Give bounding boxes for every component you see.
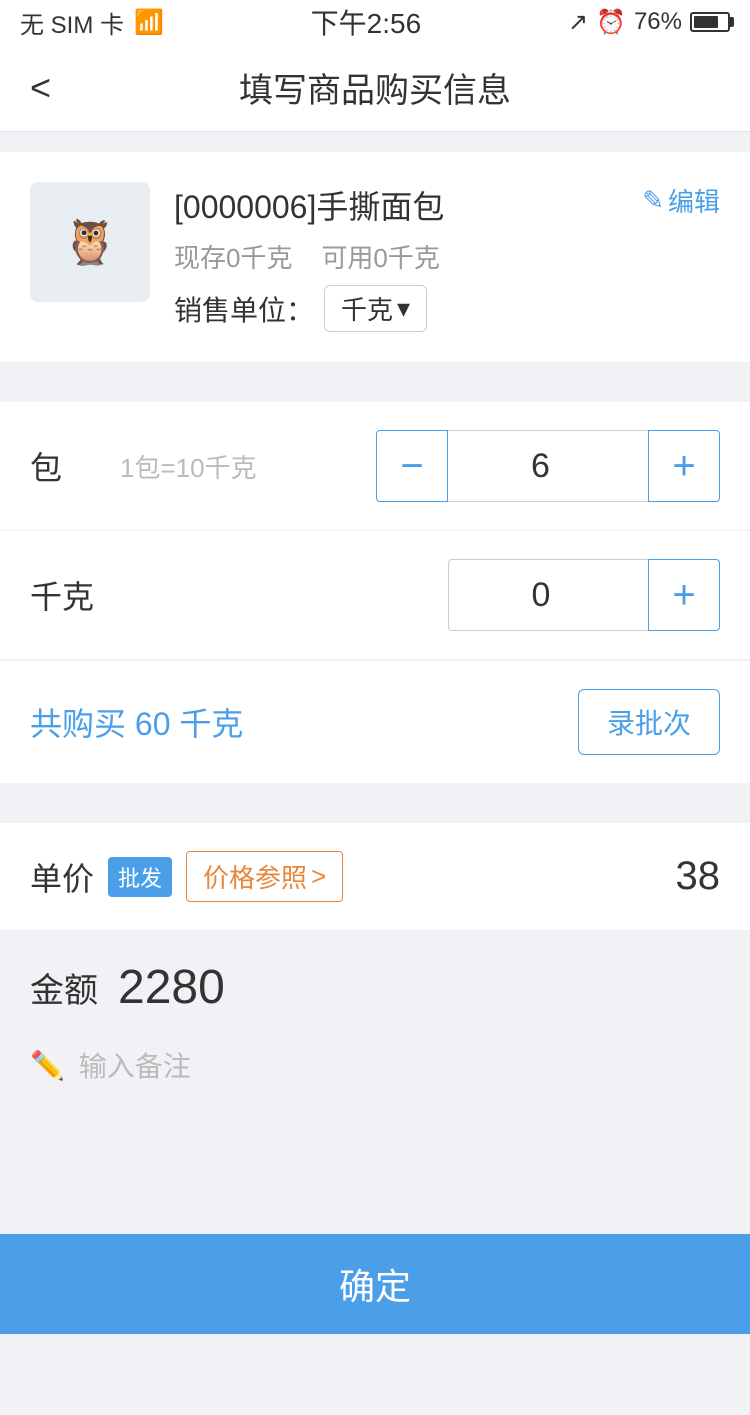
quantity-section: 包 1包=10千克 − + 千克 + 共购买 60 千克 <box>0 402 750 783</box>
product-name: [0000006]手撕面包 <box>174 182 618 228</box>
status-bar: 无 SIM 卡 📶 下午2:56 ↗ ⏰ 76% <box>0 0 750 44</box>
batch-tag: 批发 <box>108 857 172 897</box>
price-ref-label: 价格参照 <box>203 858 307 895</box>
status-time: 下午2:56 <box>311 2 422 42</box>
unit-select[interactable]: 千克 ▾ <box>324 285 427 332</box>
price-row: 单价 批发 价格参照 > 38 <box>30 851 720 902</box>
unit-dropdown-icon: ▾ <box>397 293 410 324</box>
confirm-label: 确定 <box>339 1258 411 1310</box>
price-value: 38 <box>676 854 721 899</box>
amount-section: 金额 2280 ✏️ 输入备注 <box>0 930 750 1115</box>
batch-button[interactable]: 录批次 <box>578 689 720 755</box>
location-icon: ↗ <box>568 8 588 37</box>
product-stock: 现存0千克 可用0千克 <box>174 238 618 275</box>
product-unit-row: 销售单位： 千克 ▾ <box>174 285 618 332</box>
total-row: 共购买 60 千克 录批次 <box>0 660 750 783</box>
bag-hint: 1包=10千克 <box>120 448 376 485</box>
confirm-button[interactable]: 确定 <box>0 1234 750 1334</box>
carrier-label: 无 SIM 卡 <box>20 5 124 40</box>
bag-label: 包 <box>30 443 110 489</box>
alarm-icon: ⏰ <box>596 8 626 37</box>
kg-quantity-row: 千克 + <box>0 531 750 660</box>
bag-minus-button[interactable]: − <box>376 430 448 502</box>
amount-label: 金额 <box>30 963 98 1012</box>
battery-label: 76% <box>634 8 682 36</box>
page-title: 填写商品购买信息 <box>239 63 511 112</box>
stock-label: 现存0千克 <box>174 243 292 273</box>
bag-quantity-row: 包 1包=10千克 − + <box>0 402 750 531</box>
kg-quantity-input[interactable] <box>448 559 648 631</box>
product-card: 🦉 [0000006]手撕面包 现存0千克 可用0千克 销售单位： 千克 ▾ ✎… <box>0 152 750 362</box>
total-amount: 60 <box>135 706 171 742</box>
product-card-right: ✎ 编辑 <box>642 182 720 219</box>
battery-fill <box>694 16 718 28</box>
remark-row[interactable]: ✏️ 输入备注 <box>30 1035 720 1095</box>
amount-value: 2280 <box>118 960 225 1015</box>
price-label: 单价 <box>30 854 94 900</box>
unit-label: 销售单位： <box>174 289 314 329</box>
nav-bar: < 填写商品购买信息 <box>0 44 750 132</box>
bag-plus-button[interactable]: + <box>648 430 720 502</box>
price-ref-arrow: > <box>311 861 326 892</box>
bag-quantity-controls: − + <box>376 430 720 502</box>
section-divider-2 <box>0 783 750 803</box>
back-button[interactable]: < <box>30 67 51 109</box>
remark-placeholder: 输入备注 <box>79 1045 191 1085</box>
remark-icon: ✏️ <box>30 1049 65 1082</box>
total-text: 共购买 60 千克 <box>30 699 243 745</box>
product-info: [0000006]手撕面包 现存0千克 可用0千克 销售单位： 千克 ▾ <box>174 182 618 332</box>
kg-plus-button[interactable]: + <box>648 559 720 631</box>
status-right: ↗ ⏰ 76% <box>568 8 730 37</box>
bag-quantity-input[interactable] <box>448 430 648 502</box>
price-left: 单价 批发 价格参照 > <box>30 851 343 902</box>
amount-row: 金额 2280 <box>30 960 720 1015</box>
unit-value: 千克 <box>341 290 393 327</box>
status-left: 无 SIM 卡 📶 <box>20 5 164 40</box>
section-divider-1 <box>0 362 750 382</box>
edit-label: 编辑 <box>668 182 720 219</box>
edit-button[interactable]: ✎ 编辑 <box>642 182 720 219</box>
product-thumbnail: 🦉 <box>30 182 150 302</box>
available-label: 可用0千克 <box>321 243 439 273</box>
wifi-icon: 📶 <box>134 8 164 37</box>
kg-quantity-controls: + <box>448 559 720 631</box>
battery-icon <box>690 12 730 32</box>
edit-icon: ✎ <box>642 185 664 216</box>
product-thumb-icon: 🦉 <box>63 216 118 268</box>
total-unit: 千克 <box>179 706 243 742</box>
kg-label: 千克 <box>30 572 110 618</box>
total-label: 共购买 <box>30 706 126 742</box>
price-section: 单价 批发 价格参照 > 38 <box>0 823 750 930</box>
price-ref-button[interactable]: 价格参照 > <box>186 851 343 902</box>
